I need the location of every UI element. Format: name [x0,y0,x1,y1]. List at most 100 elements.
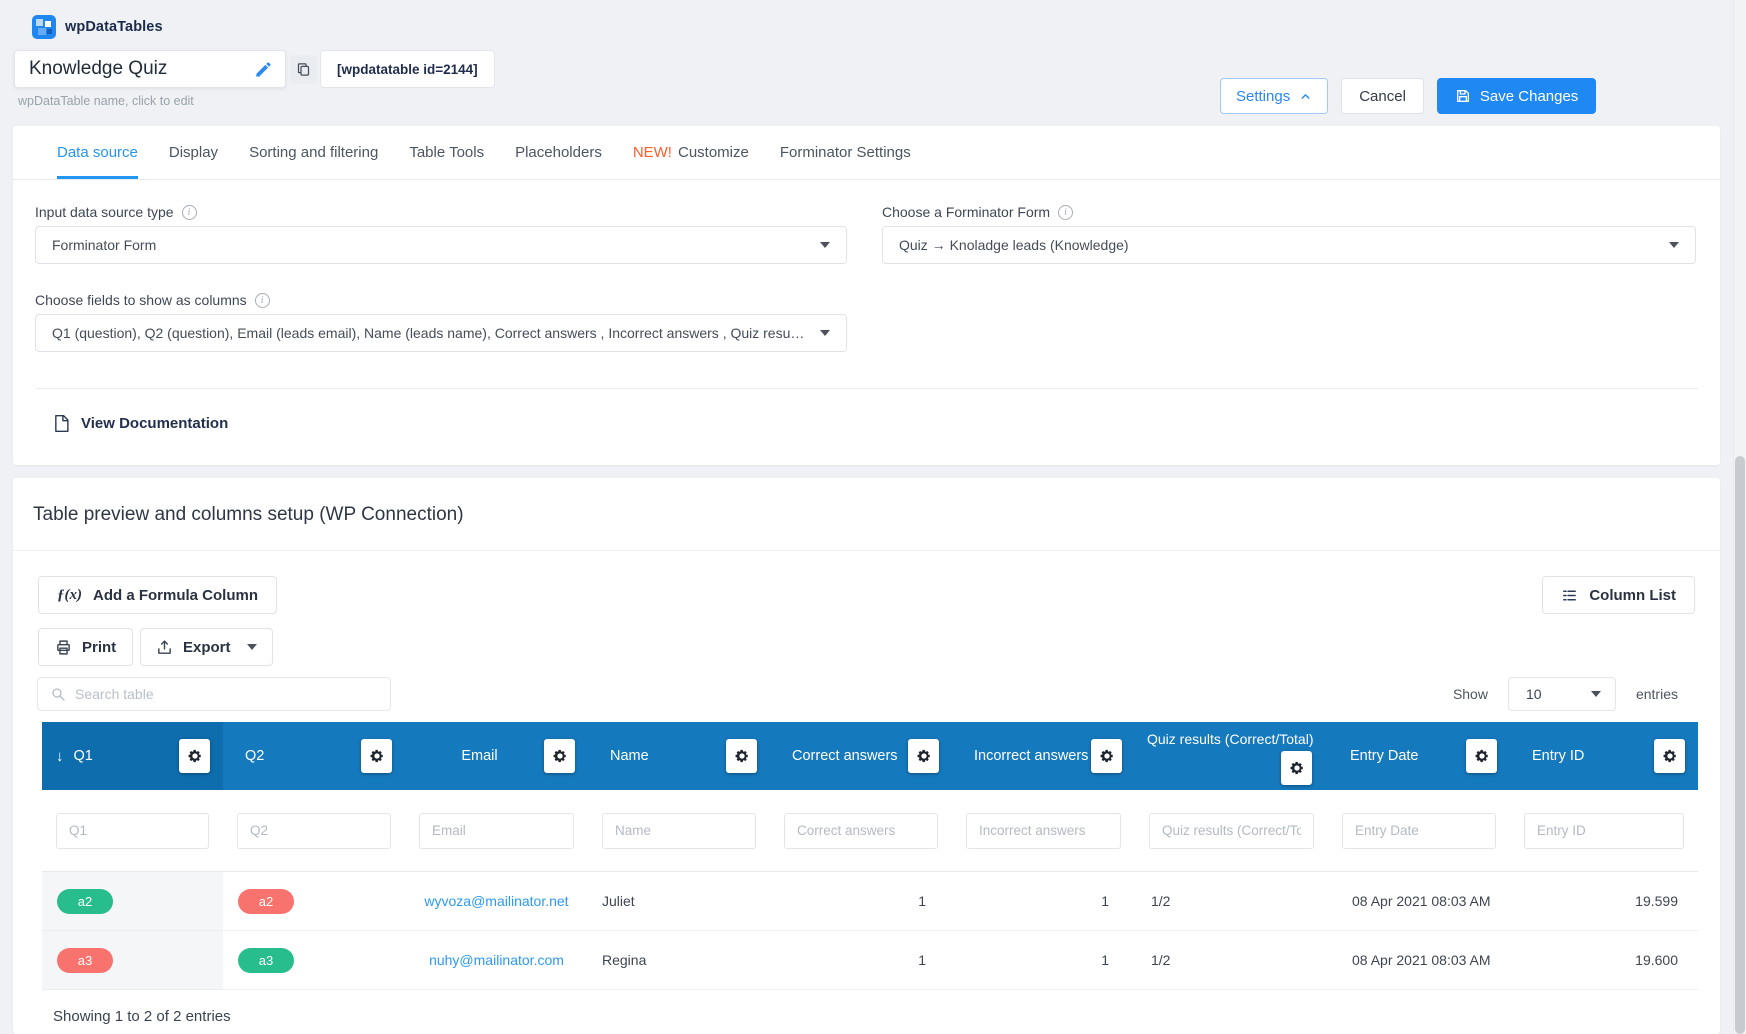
cancel-button[interactable]: Cancel [1341,78,1424,114]
search-input[interactable] [75,686,378,702]
cancel-button-label: Cancel [1359,87,1406,105]
filter-input-quiz-results[interactable] [1149,812,1314,849]
column-settings-button[interactable] [179,739,210,773]
info-icon[interactable] [254,292,270,308]
forminator-form-select[interactable]: Quiz → Knoladge leads (Knowledge) [882,226,1696,264]
tab-label: Forminator Settings [779,144,911,161]
fields-label: Choose fields to show as columns [35,292,270,308]
column-header-q2[interactable]: Q2 [223,722,405,790]
email-link[interactable]: wyvoza@mailinator.net [424,893,568,909]
column-label: Q2 [245,748,265,764]
column-header-correct-answers[interactable]: Correct answers [770,722,952,790]
column-header-entry-date[interactable]: Entry Date [1328,722,1510,790]
tab-data-source[interactable]: Data source [57,126,138,179]
column-settings-button[interactable] [908,739,939,773]
answer-badge: a2 [57,888,113,914]
column-list-label: Column List [1589,586,1676,604]
tab-label: Placeholders [515,144,602,161]
save-button-label: Save Changes [1479,87,1579,105]
gear-icon [187,748,203,764]
fields-select[interactable]: Q1 (question), Q2 (question), Email (lea… [35,314,847,352]
label-text: Choose fields to show as columns [35,292,247,308]
caret-down-icon [820,330,830,336]
column-settings-button[interactable] [1466,739,1497,773]
column-header-email[interactable]: Email [405,722,588,790]
wpdatatables-logo: wpDataTables [32,15,163,39]
column-settings-button[interactable] [1091,739,1122,773]
column-label: Quiz results (Correct/Total) [1147,731,1314,747]
cell-q2: a3 [223,931,405,989]
edit-name-button[interactable] [252,58,275,81]
tab-table-tools[interactable]: Table Tools [409,126,484,179]
column-label: Entry ID [1532,748,1585,764]
select-value: Quiz → Knoladge leads (Knowledge) [899,237,1129,253]
column-label: Email [461,748,498,764]
page-length-select[interactable]: 10 [1507,677,1616,711]
table-search-box [37,677,391,711]
copy-shortcode-button[interactable] [290,55,317,84]
table-name-input[interactable] [29,58,252,80]
entries-label: entries [1635,686,1678,702]
cell-text: 1/2 [1151,893,1171,909]
print-button[interactable]: Print [38,628,134,666]
answer-badge: a3 [57,947,113,973]
filter-input-entry-date[interactable] [1342,812,1496,849]
tab-label: Customize [677,144,749,161]
column-settings-button[interactable] [1654,739,1685,773]
column-header-quiz-results[interactable]: Quiz results (Correct/Total) [1135,722,1328,790]
filter-input-q1[interactable] [56,812,209,849]
tab-forminator-settings[interactable]: Forminator Settings [780,126,911,179]
divider [35,388,1698,389]
save-changes-button[interactable]: Save Changes [1436,78,1597,114]
tab-customize[interactable]: NEW! Customize [633,126,749,179]
page-length-control: Show 10 entries [1453,677,1678,711]
answer-badge: a2 [238,888,294,914]
email-link[interactable]: nuhy@mailinator.com [429,952,564,968]
gear-icon [916,748,932,764]
column-header-q1[interactable]: ↓ Q1 [42,722,223,790]
column-header-incorrect-answers[interactable]: Incorrect answers [952,722,1135,790]
filter-cell [405,812,588,849]
filter-input-q2[interactable] [237,812,391,849]
cell-text: 19.600 [1635,952,1678,968]
cell-entry-id: 19.599 [1510,872,1698,930]
tab-label: Data source [57,144,138,161]
cell-quiz-results: 1/2 [1135,872,1328,930]
column-header-entry-id[interactable]: Entry ID [1510,722,1698,790]
filter-input-entry-id[interactable] [1524,812,1684,849]
filter-input-name[interactable] [602,812,756,849]
tab-display[interactable]: Display [169,126,218,179]
filter-input-email[interactable] [419,812,574,849]
tab-placeholders[interactable]: Placeholders [515,126,602,179]
filter-input-incorrect-answers[interactable] [966,812,1121,849]
cell-incorrect-answers: 1 [952,872,1135,930]
datasource-type-label: Input data source type [35,204,197,220]
settings-button[interactable]: Settings [1220,78,1329,114]
cell-name: Juliet [588,872,770,930]
scrollbar-thumb[interactable] [1735,456,1745,1034]
export-button[interactable]: Export [140,628,273,666]
view-documentation-link[interactable]: View Documentation [53,414,228,433]
cell-q2: a2 [223,872,405,930]
column-label: Entry Date [1350,748,1419,764]
info-icon[interactable] [181,204,197,220]
cell-quiz-results: 1/2 [1135,931,1328,989]
add-formula-column-button[interactable]: ƒ(x) Add a Formula Column [38,576,277,614]
table-name-box [14,50,286,88]
column-settings-button[interactable] [361,739,392,773]
cell-text: 1 [1101,893,1109,909]
caret-down-icon [1669,242,1679,248]
filter-input-correct-answers[interactable] [784,812,938,849]
tab-sorting-and-filtering[interactable]: Sorting and filtering [249,126,378,179]
header-actions: Settings Cancel Save Changes [1220,78,1597,114]
info-icon[interactable] [1058,204,1074,220]
cell-q1: a3 [42,931,223,989]
column-settings-button[interactable] [1281,751,1312,785]
column-settings-button[interactable] [544,739,575,773]
column-list-button[interactable]: Column List [1542,576,1695,614]
column-settings-button[interactable] [726,739,757,773]
column-header-name[interactable]: Name [588,722,770,790]
shortcode-chip[interactable]: [wpdatatable id=2144] [320,50,495,88]
datasource-type-select[interactable]: Forminator Form [35,226,847,264]
tab-bar: Data source Display Sorting and filterin… [13,126,1720,180]
